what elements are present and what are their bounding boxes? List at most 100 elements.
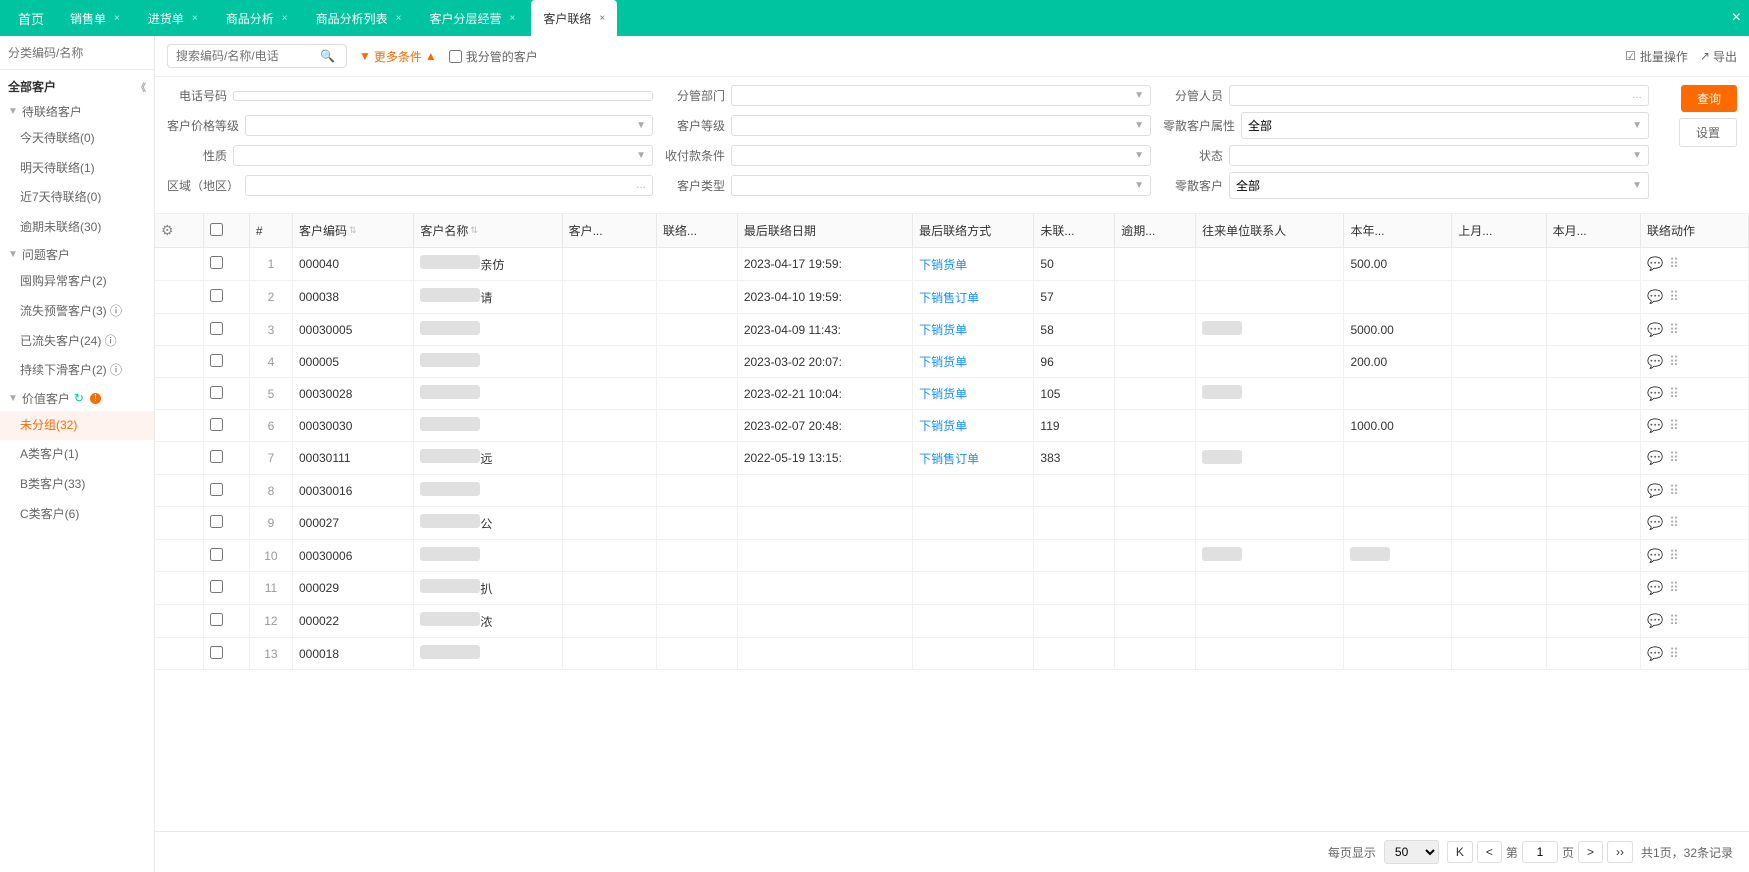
last-page-btn[interactable]: ›› (1607, 841, 1633, 863)
grid-action-icon[interactable]: ⠿ (1669, 289, 1679, 305)
close-product-analysis-list-icon[interactable]: × (396, 13, 402, 24)
filter-retail-customer-select[interactable]: 全部 ▼ (1229, 172, 1649, 199)
grid-action-icon[interactable]: ⠿ (1669, 646, 1679, 662)
row-checkbox[interactable] (210, 354, 223, 367)
row-checkbox[interactable] (210, 386, 223, 399)
comment-action-icon[interactable]: 💬 (1647, 289, 1663, 305)
close-product-analysis-icon[interactable]: × (282, 13, 288, 24)
tab-sales-order[interactable]: 销售单 × (58, 0, 132, 36)
tab-purchase-order[interactable]: 进货单 × (136, 0, 210, 36)
col-not-contacted[interactable]: 未联... (1034, 214, 1115, 248)
col-contact[interactable]: 联络... (656, 214, 737, 248)
grid-action-icon[interactable]: ⠿ (1669, 450, 1679, 466)
row-checkbox[interactable] (210, 515, 223, 528)
reset-button[interactable]: 设置 (1679, 118, 1737, 147)
grid-action-icon[interactable]: ⠿ (1669, 418, 1679, 434)
row-checkbox[interactable] (210, 548, 223, 561)
comment-action-icon[interactable]: 💬 (1647, 256, 1663, 272)
close-customer-contact-icon[interactable]: × (599, 13, 605, 24)
col-contact-person[interactable]: 往来单位联系人 (1196, 214, 1344, 248)
sidebar-item-class-c[interactable]: C类客户(6) (0, 500, 154, 530)
sidebar-all-customers[interactable]: 全部客户 《 (0, 70, 154, 99)
more-filters-btn[interactable]: ▼ 更多条件 ▲ (359, 48, 437, 65)
filter-nature-select[interactable]: ▼ (233, 145, 653, 166)
row-checkbox[interactable] (210, 322, 223, 335)
filter-price-level-select[interactable]: ▼ (245, 115, 653, 136)
sidebar-item-unclassified[interactable]: 未分组(32) (0, 411, 154, 441)
col-overdue[interactable]: 逾期... (1115, 214, 1196, 248)
filter-person-select[interactable]: … (1229, 85, 1649, 106)
col-customer-code[interactable]: 客户编码⇅ (292, 214, 413, 248)
col-this-year[interactable]: 本年... (1344, 214, 1452, 248)
sidebar-group-problem[interactable]: ▼ 问题客户 (0, 242, 154, 267)
sidebar-item-class-b[interactable]: B类客户(33) (0, 470, 154, 500)
first-page-btn[interactable]: K (1447, 841, 1473, 863)
next-page-btn[interactable]: > (1578, 841, 1603, 863)
table-settings-icon[interactable]: ⚙ (161, 222, 174, 238)
col-customer-name[interactable]: 客户名称⇅ (414, 214, 562, 248)
grid-action-icon[interactable]: ⠿ (1669, 613, 1679, 629)
comment-action-icon[interactable]: 💬 (1647, 418, 1663, 434)
comment-action-icon[interactable]: 💬 (1647, 646, 1663, 662)
sidebar-search-input[interactable] (8, 46, 155, 60)
row-checkbox[interactable] (210, 483, 223, 496)
contact-way-link[interactable]: 下销货单 (919, 355, 967, 369)
contact-way-link[interactable]: 下销售订单 (919, 291, 979, 305)
sidebar-item-overdue-contact[interactable]: 逾期未联络(30) (0, 213, 154, 243)
col-last-month[interactable]: 上月... (1452, 214, 1546, 248)
grid-action-icon[interactable]: ⠿ (1669, 354, 1679, 370)
comment-action-icon[interactable]: 💬 (1647, 483, 1663, 499)
prev-page-btn[interactable]: < (1477, 841, 1502, 863)
grid-action-icon[interactable]: ⠿ (1669, 322, 1679, 338)
grid-action-icon[interactable]: ⠿ (1669, 548, 1679, 564)
grid-action-icon[interactable]: ⠿ (1669, 386, 1679, 402)
row-checkbox[interactable] (210, 613, 223, 626)
sidebar-item-churned[interactable]: 已流失客户(24) ⓘ (0, 327, 154, 357)
comment-action-icon[interactable]: 💬 (1647, 580, 1663, 596)
contact-way-link[interactable]: 下销货单 (919, 258, 967, 272)
col-customer-type[interactable]: 客户... (562, 214, 656, 248)
grid-action-icon[interactable]: ⠿ (1669, 256, 1679, 272)
close-sales-order-icon[interactable]: × (114, 13, 120, 24)
close-purchase-order-icon[interactable]: × (192, 13, 198, 24)
sidebar-group-pending[interactable]: ▼ 待联络客户 (0, 99, 154, 124)
row-checkbox[interactable] (210, 580, 223, 593)
comment-action-icon[interactable]: 💬 (1647, 613, 1663, 629)
main-search-input[interactable] (176, 49, 316, 63)
contact-way-link[interactable]: 下销货单 (919, 419, 967, 433)
comment-action-icon[interactable]: 💬 (1647, 354, 1663, 370)
tab-customer-contact[interactable]: 客户联络 × (531, 0, 617, 36)
filter-region-select[interactable]: … (245, 175, 653, 196)
query-button[interactable]: 查询 (1681, 85, 1737, 112)
row-checkbox[interactable] (210, 289, 223, 302)
col-last-contact-way[interactable]: 最后联络方式 (913, 214, 1034, 248)
comment-action-icon[interactable]: 💬 (1647, 548, 1663, 564)
my-customers-checkbox[interactable] (449, 50, 462, 63)
home-tab[interactable]: 首页 (8, 9, 54, 28)
filter-phone-input[interactable] (233, 91, 653, 101)
col-settings[interactable]: ⚙ (155, 214, 204, 248)
comment-action-icon[interactable]: 💬 (1647, 322, 1663, 338)
page-number-input[interactable] (1522, 841, 1558, 863)
sidebar-item-churn-warning[interactable]: 流失预警客户(3) ⓘ (0, 297, 154, 327)
comment-action-icon[interactable]: 💬 (1647, 515, 1663, 531)
sidebar-item-today-pending[interactable]: 今天待联络(0) (0, 124, 154, 154)
filter-dept-select[interactable]: ▼ (731, 85, 1151, 106)
comment-action-icon[interactable]: 💬 (1647, 450, 1663, 466)
tab-product-analysis-list[interactable]: 商品分析列表 × (304, 0, 414, 36)
sidebar-item-7days-pending[interactable]: 近7天待联络(0) (0, 183, 154, 213)
tab-customer-tier[interactable]: 客户分层经营 × (417, 0, 527, 36)
tab-product-analysis[interactable]: 商品分析 × (214, 0, 300, 36)
export-btn[interactable]: ↗ 导出 (1700, 48, 1737, 65)
row-checkbox[interactable] (210, 450, 223, 463)
batch-ops-btn[interactable]: ☑ 批量操作 (1625, 48, 1688, 65)
filter-customer-type-select[interactable]: ▼ (731, 175, 1151, 196)
filter-payment-select[interactable]: ▼ (731, 145, 1151, 166)
contact-way-link[interactable]: 下销货单 (919, 323, 967, 337)
row-checkbox[interactable] (210, 256, 223, 269)
comment-action-icon[interactable]: 💬 (1647, 386, 1663, 402)
grid-action-icon[interactable]: ⠿ (1669, 580, 1679, 596)
sidebar-item-abnormal-purchase[interactable]: 囤购异常客户(2) (0, 267, 154, 297)
grid-action-icon[interactable]: ⠿ (1669, 515, 1679, 531)
page-size-select[interactable]: 50 20 100 (1384, 840, 1439, 864)
